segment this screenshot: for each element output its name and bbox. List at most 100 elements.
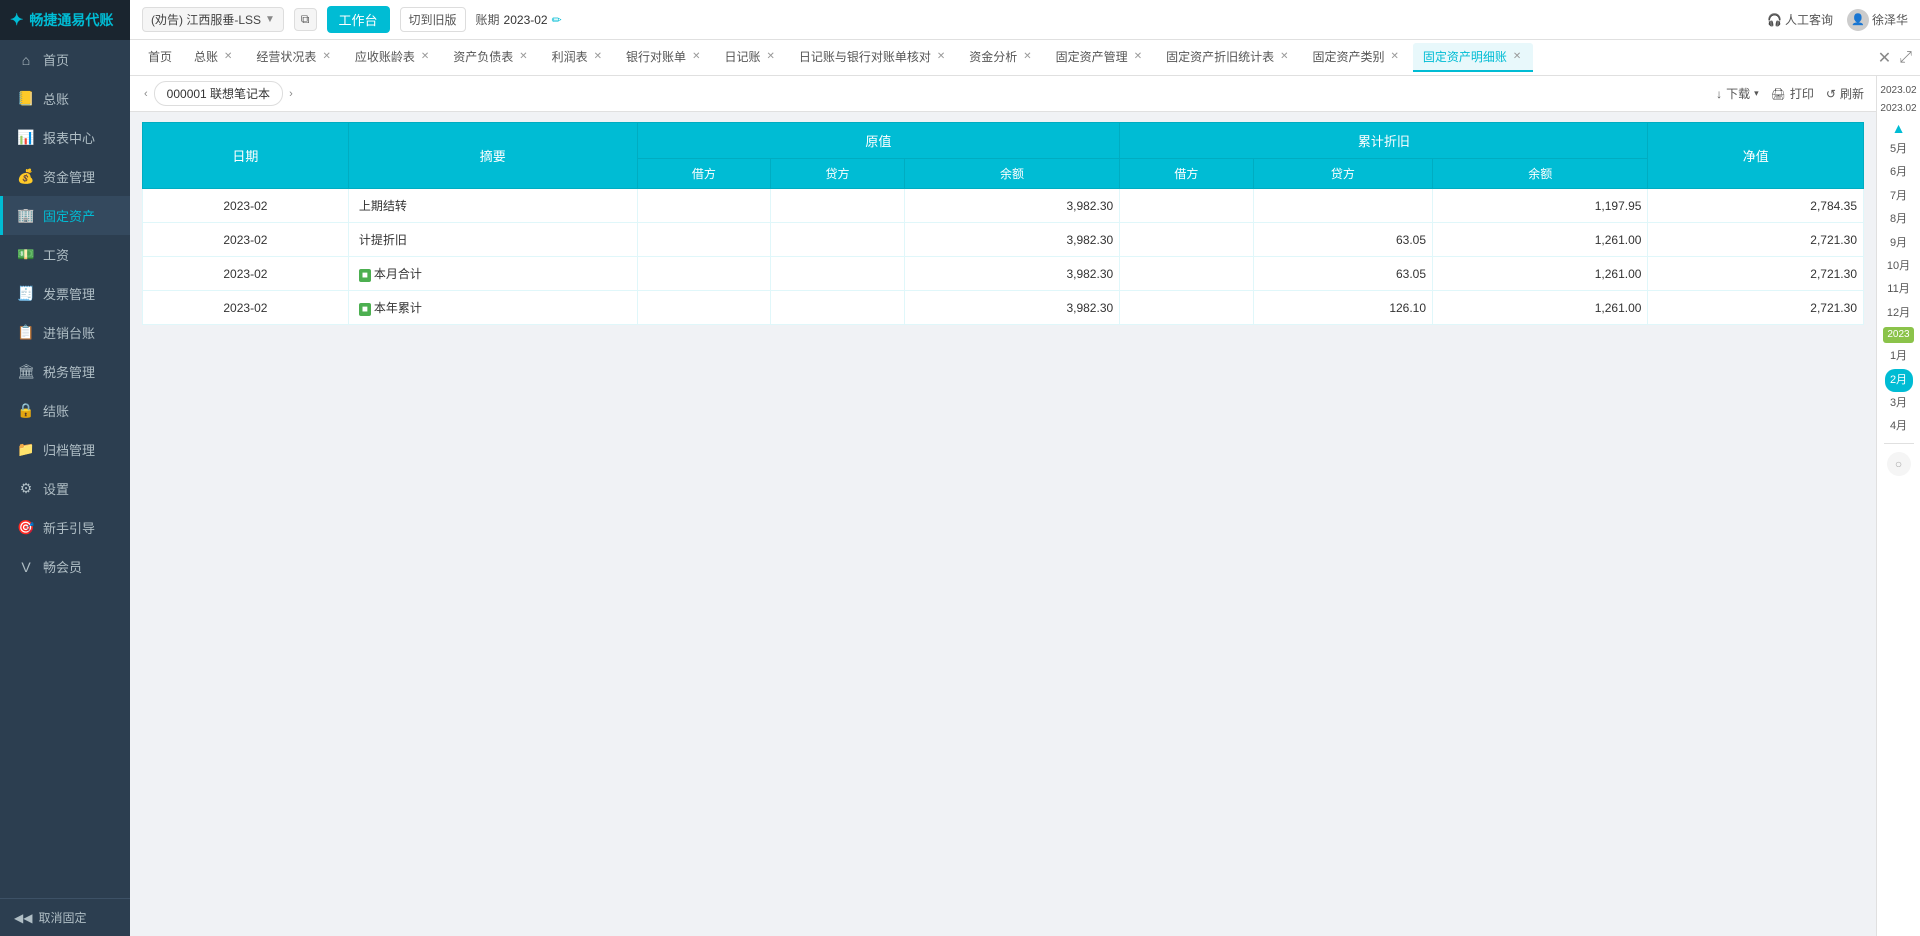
tab-fixed-detail[interactable]: 固定资产明细账 ✕ xyxy=(1413,43,1533,72)
sidebar-item-member[interactable]: V 畅会员 xyxy=(0,547,130,586)
tab-close-icon[interactable]: ✕ xyxy=(222,51,234,62)
cell-orig-credit xyxy=(771,257,905,291)
tab-journal[interactable]: 日记账 ✕ xyxy=(714,43,786,72)
sidebar-item-invoice[interactable]: 🧾 发票管理 xyxy=(0,274,130,313)
tab-close-icon[interactable]: ✕ xyxy=(517,51,529,62)
up-arrow-icon[interactable]: ▲ xyxy=(1892,118,1906,138)
tab-depreciation-stats[interactable]: 固定资产折旧统计表 ✕ xyxy=(1156,43,1300,72)
tab-business[interactable]: 经营状况表 ✕ xyxy=(246,43,342,72)
close-all-icon[interactable]: ✕ xyxy=(1878,48,1891,68)
tab-label: 固定资产类别 xyxy=(1312,48,1384,65)
workbench-button[interactable]: 工作台 xyxy=(327,6,390,33)
user-menu[interactable]: 👤 徐泽华 xyxy=(1847,9,1908,31)
avatar: 👤 xyxy=(1847,9,1869,31)
tab-close-icon[interactable]: ✕ xyxy=(935,51,947,62)
sidebar-item-funds[interactable]: 💰 资金管理 xyxy=(0,157,130,196)
year-2023-tag[interactable]: 2023 xyxy=(1883,327,1913,343)
cell-acc-credit: 63.05 xyxy=(1253,257,1432,291)
month-11[interactable]: 11月 xyxy=(1877,278,1920,301)
tab-fixed-mgmt[interactable]: 固定资产管理 ✕ xyxy=(1046,43,1154,72)
sidebar-footer-unpin[interactable]: ◀◀ 取消固定 xyxy=(0,898,130,936)
month-3[interactable]: 3月 xyxy=(1877,392,1920,415)
tab-label: 利润表 xyxy=(552,48,588,65)
sidebar-item-guide[interactable]: 🎯 新手引导 xyxy=(0,508,130,547)
tab-balance[interactable]: 资产负债表 ✕ xyxy=(443,43,539,72)
guide-icon: 🎯 xyxy=(17,519,35,536)
sidebar-item-tax[interactable]: 🏛 税务管理 xyxy=(0,352,130,391)
tab-bank-statement[interactable]: 银行对账单 ✕ xyxy=(616,43,712,72)
col-orig-balance: 余额 xyxy=(904,159,1119,189)
right-year-label-1[interactable]: 2023.02 xyxy=(1877,82,1920,100)
asset-label[interactable]: 000001 联想笔记本 xyxy=(154,81,283,106)
month-2-active[interactable]: 2月 xyxy=(1885,369,1913,392)
sidebar-item-closing[interactable]: 🔒 结账 xyxy=(0,391,130,430)
circle-action-button[interactable]: ○ xyxy=(1887,452,1911,476)
next-asset-button[interactable]: › xyxy=(287,85,295,103)
sidebar-item-sales[interactable]: 📋 进销台账 xyxy=(0,313,130,352)
cell-orig-debit xyxy=(637,189,771,223)
tab-close-icon[interactable]: ✕ xyxy=(592,51,604,62)
tab-journal-reconcile[interactable]: 日记账与银行对账单核对 ✕ xyxy=(789,43,957,72)
cell-orig-balance: 3,982.30 xyxy=(904,223,1119,257)
download-button[interactable]: ↓ 下载 ▾ xyxy=(1716,85,1759,102)
sidebar-item-fixed-assets[interactable]: 🏢 固定资产 xyxy=(0,196,130,235)
tab-home[interactable]: 首页 xyxy=(138,43,182,72)
sidebar-item-reports[interactable]: 📊 报表中心 xyxy=(0,118,130,157)
tab-close-icon[interactable]: ✕ xyxy=(419,51,431,62)
month-8[interactable]: 8月 xyxy=(1877,208,1920,231)
month-1[interactable]: 1月 xyxy=(1877,345,1920,368)
sidebar-item-label: 税务管理 xyxy=(43,362,95,381)
logo-icon: ✦ xyxy=(10,10,23,30)
help-button[interactable]: 🎧 人工客询 xyxy=(1767,11,1833,28)
company-selector[interactable]: (劝告) 江西服垂-LSS ▼ xyxy=(142,7,284,32)
sidebar-item-payroll[interactable]: 💵 工资 xyxy=(0,235,130,274)
sidebar-item-label: 进销台账 xyxy=(43,323,95,342)
month-5[interactable]: 5月 xyxy=(1877,138,1920,161)
tab-label: 固定资产管理 xyxy=(1056,48,1128,65)
tab-close-icon[interactable]: ✕ xyxy=(1021,51,1033,62)
cell-acc-balance: 1,261.00 xyxy=(1433,257,1648,291)
tab-ledger[interactable]: 总账 ✕ xyxy=(184,43,244,72)
sidebar-item-home[interactable]: ⌂ 首页 xyxy=(0,40,130,79)
tab-receivable[interactable]: 应收账龄表 ✕ xyxy=(345,43,441,72)
month-9[interactable]: 9月 xyxy=(1877,232,1920,255)
tab-close-icon[interactable]: ✕ xyxy=(1132,51,1144,62)
tab-close-icon[interactable]: ✕ xyxy=(1278,51,1290,62)
tab-label: 日记账与银行对账单核对 xyxy=(799,48,931,65)
tab-fixed-category[interactable]: 固定资产类别 ✕ xyxy=(1302,43,1410,72)
tab-label: 固定资产明细账 xyxy=(1423,48,1507,65)
print-label: 打印 xyxy=(1790,85,1814,102)
right-year-label-2[interactable]: 2023.02 xyxy=(1877,100,1920,118)
prev-asset-button[interactable]: ‹ xyxy=(142,85,150,103)
archive-icon: 📁 xyxy=(17,441,35,458)
tab-close-icon[interactable]: ✕ xyxy=(1389,51,1401,62)
month-10[interactable]: 10月 xyxy=(1877,255,1920,278)
month-6[interactable]: 6月 xyxy=(1877,161,1920,184)
sidebar-item-settings[interactable]: ⚙ 设置 xyxy=(0,469,130,508)
copy-button[interactable]: ⧉ xyxy=(294,8,317,31)
month-12[interactable]: 12月 xyxy=(1877,302,1920,325)
oldver-button[interactable]: 切到旧版 xyxy=(400,7,466,32)
period-edit-icon[interactable]: ✏ xyxy=(552,13,562,27)
tab-close-icon[interactable]: ✕ xyxy=(764,51,776,62)
cell-orig-debit xyxy=(637,257,771,291)
sidebar-item-label: 结账 xyxy=(43,401,69,420)
tab-fund-analysis[interactable]: 资金分析 ✕ xyxy=(959,43,1043,72)
sidebar-item-archive[interactable]: 📁 归档管理 xyxy=(0,430,130,469)
refresh-button[interactable]: ↺ 刷新 xyxy=(1826,85,1864,102)
month-4[interactable]: 4月 xyxy=(1877,415,1920,438)
sidebar-item-label: 报表中心 xyxy=(43,128,95,147)
period-label: 账期 2023-02 ✏ xyxy=(476,11,562,28)
sidebar-logo: ✦ 畅捷通易代账 xyxy=(0,0,130,40)
sidebar-item-ledger[interactable]: 📒 总账 xyxy=(0,79,130,118)
tab-label: 资产负债表 xyxy=(453,48,513,65)
tab-close-icon[interactable]: ✕ xyxy=(320,51,332,62)
maximize-icon[interactable]: ⤢ xyxy=(1899,49,1912,67)
print-button[interactable]: 🖨 打印 xyxy=(1771,85,1814,102)
month-7[interactable]: 7月 xyxy=(1877,185,1920,208)
dropdown-arrow-icon: ▼ xyxy=(265,14,275,25)
cell-acc-credit: 63.05 xyxy=(1253,223,1432,257)
tab-profit[interactable]: 利润表 ✕ xyxy=(542,43,614,72)
tab-close-icon[interactable]: ✕ xyxy=(690,51,702,62)
tab-close-icon[interactable]: ✕ xyxy=(1511,51,1523,62)
